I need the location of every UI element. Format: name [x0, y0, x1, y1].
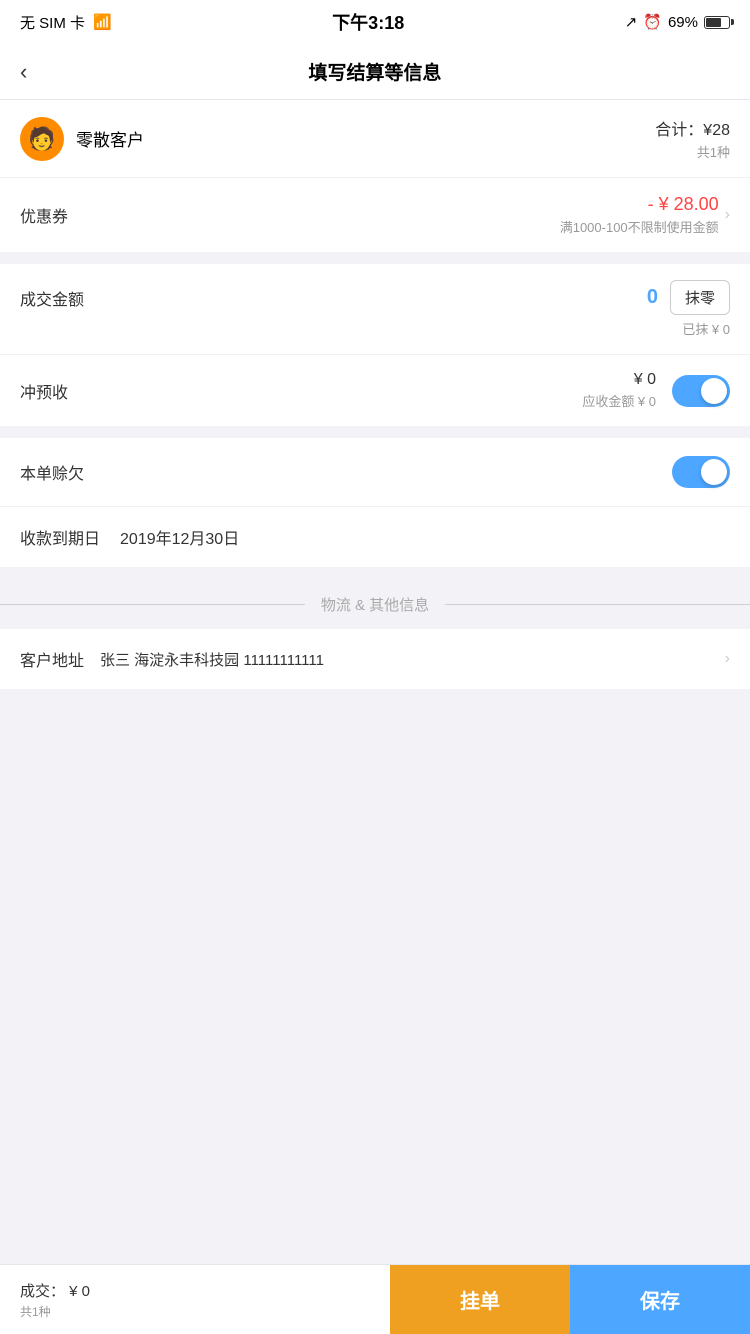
- footer-info: 成交： ¥ 0 共1种: [0, 1280, 390, 1320]
- coupon-label: 优惠券: [20, 203, 68, 227]
- prepay-amount: ¥ 0: [582, 371, 656, 389]
- footer-count: 共1种: [20, 1303, 370, 1320]
- sim-label: 无 SIM 卡: [20, 12, 85, 33]
- address-row[interactable]: 客户地址 张三 海淀永丰科技园 11111111111 ›: [0, 629, 750, 689]
- already-zero: 已抹 ¥ 0: [20, 319, 730, 338]
- logistics-divider: 物流 & 其他信息: [0, 579, 750, 629]
- wifi-icon: 📶: [93, 13, 112, 31]
- total-count: 共1种: [655, 142, 730, 161]
- divider-1: [0, 252, 750, 264]
- customer-row: 🧑 零散客户 合计：¥28 共1种: [0, 100, 750, 177]
- prepay-label: 冲预收: [20, 379, 68, 403]
- credit-toggle[interactable]: [672, 456, 730, 488]
- coupon-right: - ¥ 28.00 满1000-100不限制使用金额 ›: [560, 194, 730, 236]
- status-time: 下午3:18: [332, 9, 404, 35]
- footer-deal: 成交： ¥ 0: [20, 1280, 370, 1301]
- credit-section: 本单赊欠 收款到期日 2019年12月30日: [0, 438, 750, 567]
- divider-2: [0, 426, 750, 438]
- prepay-right: ¥ 0 应收金额 ¥ 0: [582, 371, 656, 410]
- alarm-icon: ⏰: [643, 13, 662, 31]
- total-amount: 合计：¥28: [655, 116, 730, 140]
- nav-bar: ‹ 填写结算等信息: [0, 44, 750, 100]
- divider-line-left: [0, 604, 305, 605]
- address-label: 客户地址: [20, 647, 84, 671]
- round-zero-button[interactable]: 抹零: [670, 280, 730, 315]
- prepay-toggle[interactable]: [672, 375, 730, 407]
- status-bar: 无 SIM 卡 📶 下午3:18 ↗ ⏰ 69%: [0, 0, 750, 44]
- credit-row: 本单赊欠: [0, 438, 750, 506]
- customer-left: 🧑 零散客户: [20, 117, 144, 161]
- address-value: 张三 海淀永丰科技园 11111111111: [100, 649, 324, 670]
- chevron-right-icon: ›: [725, 206, 730, 224]
- status-right: ↗ ⏰ 69%: [625, 13, 730, 31]
- coupon-desc: 满1000-100不限制使用金额: [560, 217, 719, 236]
- divider-3: [0, 567, 750, 579]
- due-date-label: 收款到期日: [20, 525, 100, 549]
- status-left: 无 SIM 卡 📶: [20, 12, 112, 33]
- credit-label: 本单赊欠: [20, 460, 84, 484]
- prepay-row: 冲预收 ¥ 0 应收金额 ¥ 0: [0, 354, 750, 426]
- transaction-amount-right: 0 抹零: [647, 280, 730, 315]
- transaction-label: 成交金额: [20, 286, 84, 310]
- save-button[interactable]: 保存: [570, 1265, 750, 1334]
- due-date-value[interactable]: 2019年12月30日: [120, 525, 239, 549]
- address-section: 客户地址 张三 海淀永丰科技园 11111111111 ›: [0, 629, 750, 689]
- customer-section: 🧑 零散客户 合计：¥28 共1种 优惠券 - ¥ 28.00 满1000-10…: [0, 100, 750, 252]
- footer: 成交： ¥ 0 共1种 挂单 保存: [0, 1264, 750, 1334]
- back-button[interactable]: ‹: [20, 59, 27, 85]
- transaction-row: 成交金额 0 抹零 已抹 ¥ 0: [0, 264, 750, 354]
- divider-line-right: [445, 604, 750, 605]
- coupon-value: - ¥ 28.00: [560, 194, 719, 215]
- hang-button[interactable]: 挂单: [390, 1265, 570, 1334]
- address-content: 客户地址 张三 海淀永丰科技园 11111111111: [20, 647, 725, 671]
- address-chevron-icon: ›: [725, 650, 730, 668]
- page-title: 填写结算等信息: [308, 58, 441, 85]
- customer-avatar: 🧑: [20, 117, 64, 161]
- customer-name: 零散客户: [76, 126, 144, 151]
- due-date-row: 收款到期日 2019年12月30日: [0, 506, 750, 567]
- customer-right: 合计：¥28 共1种: [655, 116, 730, 161]
- battery-icon: [704, 16, 730, 29]
- transaction-amount[interactable]: 0: [647, 286, 658, 309]
- bottom-spacer: [0, 689, 750, 889]
- location-icon: ↗: [625, 13, 638, 31]
- prepay-receivable: 应收金额 ¥ 0: [582, 391, 656, 410]
- transaction-section: 成交金额 0 抹零 已抹 ¥ 0 冲预收 ¥ 0 应收金额 ¥ 0: [0, 264, 750, 426]
- coupon-row[interactable]: 优惠券 - ¥ 28.00 满1000-100不限制使用金额 ›: [0, 177, 750, 252]
- battery-percent: 69%: [668, 14, 698, 31]
- logistics-divider-text: 物流 & 其他信息: [321, 594, 429, 615]
